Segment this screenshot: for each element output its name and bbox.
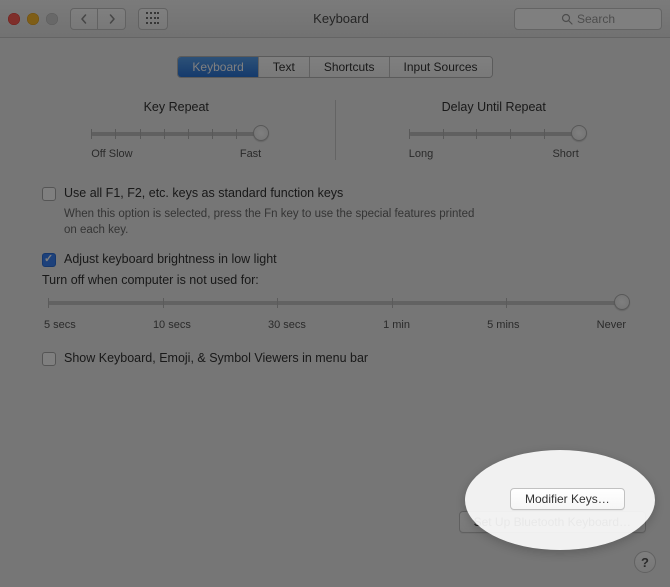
help-icon: ? — [641, 555, 649, 570]
delay-knob[interactable] — [571, 125, 587, 141]
delay-until-repeat-section: Delay Until Repeat Long Short — [336, 100, 629, 160]
help-button[interactable]: ? — [634, 551, 656, 573]
tab-label: Input Sources — [404, 60, 478, 74]
fn-keys-help: When this option is selected, press the … — [64, 207, 484, 238]
fn-keys-label: Use all F1, F2, etc. keys as standard fu… — [64, 186, 343, 200]
turnoff-slider[interactable] — [48, 301, 622, 305]
traffic-lights — [8, 13, 58, 25]
turnoff-title: Turn off when computer is not used for: — [42, 273, 628, 287]
search-placeholder: Search — [577, 12, 615, 26]
search-icon — [561, 13, 573, 25]
keyboard-panel: Key Repeat Off Slow Fast Delay Until Rep… — [14, 100, 656, 366]
key-repeat-section: Key Repeat Off Slow Fast — [42, 100, 336, 160]
titlebar: Keyboard Search — [0, 0, 670, 38]
key-repeat-title: Key Repeat — [144, 100, 209, 114]
button-label: Modifier Keys… — [525, 492, 610, 506]
turnoff-label-3: 1 min — [383, 319, 410, 331]
grid-icon — [146, 12, 160, 26]
delay-title: Delay Until Repeat — [442, 100, 546, 114]
modifier-keys-button[interactable]: Modifier Keys… — [510, 488, 625, 510]
bottom-button-row: Set Up Bluetooth Keyboard… — [459, 511, 646, 533]
tab-text[interactable]: Text — [259, 57, 310, 77]
back-button[interactable] — [70, 8, 98, 30]
key-repeat-knob[interactable] — [253, 125, 269, 141]
window-title: Keyboard — [174, 11, 508, 26]
show-viewers-row: Show Keyboard, Emoji, & Symbol Viewers i… — [42, 351, 628, 366]
forward-button[interactable] — [98, 8, 126, 30]
setup-bluetooth-button[interactable]: Set Up Bluetooth Keyboard… — [459, 511, 646, 533]
close-window-icon[interactable] — [8, 13, 20, 25]
tab-label: Shortcuts — [324, 60, 375, 74]
tab-input-sources[interactable]: Input Sources — [390, 57, 492, 77]
fn-keys-row: Use all F1, F2, etc. keys as standard fu… — [42, 186, 628, 201]
turnoff-label-0: 5 secs — [44, 319, 76, 331]
tab-label: Keyboard — [192, 60, 243, 74]
show-viewers-checkbox[interactable] — [42, 352, 56, 366]
search-input[interactable]: Search — [514, 8, 662, 30]
show-all-button[interactable] — [138, 8, 168, 30]
turnoff-label-4: 5 mins — [487, 319, 519, 331]
delay-max-label: Short — [552, 148, 578, 160]
button-label: Set Up Bluetooth Keyboard… — [474, 515, 631, 529]
tab-label: Text — [273, 60, 295, 74]
auto-brightness-row: Adjust keyboard brightness in low light — [42, 252, 628, 267]
turnoff-label-5: Never — [597, 319, 626, 331]
fn-keys-checkbox[interactable] — [42, 187, 56, 201]
auto-brightness-checkbox[interactable] — [42, 253, 56, 267]
delay-slider[interactable] — [409, 132, 579, 136]
minimize-window-icon[interactable] — [27, 13, 39, 25]
chevron-left-icon — [79, 14, 89, 24]
chevron-right-icon — [107, 14, 117, 24]
zoom-window-icon — [46, 13, 58, 25]
highlighted-button-wrap: Modifier Keys… — [510, 488, 625, 510]
key-repeat-max-label: Fast — [240, 148, 261, 160]
turnoff-knob[interactable] — [614, 294, 630, 310]
turnoff-label-2: 30 secs — [268, 319, 306, 331]
delay-min-label: Long — [409, 148, 433, 160]
key-repeat-min-label: Off Slow — [91, 148, 132, 160]
tab-shortcuts[interactable]: Shortcuts — [310, 57, 390, 77]
nav-back-forward — [70, 8, 126, 30]
turnoff-label-1: 10 secs — [153, 319, 191, 331]
show-viewers-label: Show Keyboard, Emoji, & Symbol Viewers i… — [64, 351, 368, 365]
auto-brightness-label: Adjust keyboard brightness in low light — [64, 252, 277, 266]
key-repeat-slider[interactable] — [91, 132, 261, 136]
tab-strip: Keyboard Text Shortcuts Input Sources — [14, 56, 656, 78]
tab-keyboard[interactable]: Keyboard — [178, 57, 258, 77]
